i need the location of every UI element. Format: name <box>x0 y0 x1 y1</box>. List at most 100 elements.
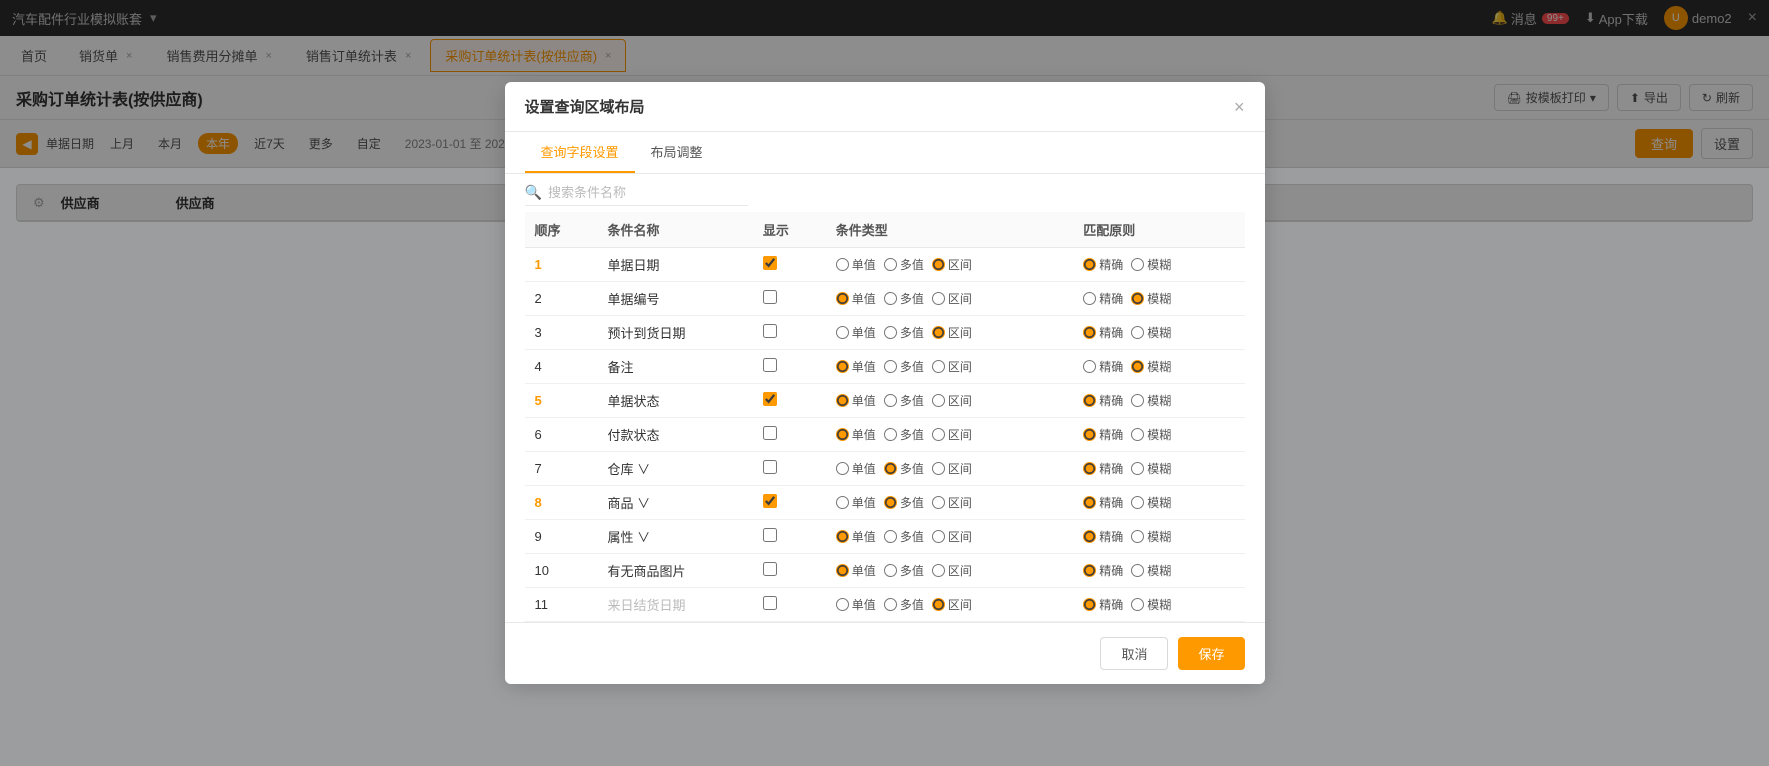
match-模糊-8[interactable]: 模糊 <box>1131 528 1171 545</box>
display-checkbox-10[interactable] <box>763 596 777 610</box>
settings-modal: 设置查询区域布局 × 查询字段设置 布局调整 🔍 顺序 <box>505 82 1265 684</box>
match-精确-9[interactable]: 精确 <box>1083 562 1123 579</box>
condition-type-单值-4[interactable]: 单值 <box>836 392 876 409</box>
condition-type-多值-1[interactable]: 多值 <box>884 290 924 307</box>
cancel-button[interactable]: 取消 <box>1100 637 1168 670</box>
modal-tab-query-fields[interactable]: 查询字段设置 <box>525 132 635 173</box>
row-name-6: 仓库 ∨ <box>597 452 752 486</box>
row-condition-type-4: 单值多值区间 <box>826 384 1073 418</box>
row-condition-type-1: 单值多值区间 <box>826 282 1073 316</box>
row-display-3[interactable] <box>753 350 826 384</box>
condition-type-区间-3[interactable]: 区间 <box>932 358 972 375</box>
condition-type-区间-4[interactable]: 区间 <box>932 392 972 409</box>
row-display-2[interactable] <box>753 316 826 350</box>
display-checkbox-1[interactable] <box>763 290 777 304</box>
condition-type-多值-2[interactable]: 多值 <box>884 324 924 341</box>
condition-type-单值-9[interactable]: 单值 <box>836 562 876 579</box>
condition-type-区间-6[interactable]: 区间 <box>932 460 972 477</box>
match-精确-4[interactable]: 精确 <box>1083 392 1123 409</box>
condition-type-单值-3[interactable]: 单值 <box>836 358 876 375</box>
row-match-4: 精确模糊 <box>1073 384 1244 418</box>
match-模糊-10[interactable]: 模糊 <box>1131 596 1171 613</box>
match-模糊-3[interactable]: 模糊 <box>1131 358 1171 375</box>
match-精确-5[interactable]: 精确 <box>1083 426 1123 443</box>
match-模糊-0[interactable]: 模糊 <box>1131 256 1171 273</box>
row-name-2: 预计到货日期 <box>597 316 752 350</box>
row-match-7: 精确模糊 <box>1073 486 1244 520</box>
display-checkbox-0[interactable] <box>763 256 777 270</box>
display-checkbox-7[interactable] <box>763 494 777 508</box>
row-condition-type-10: 单值多值区间 <box>826 588 1073 622</box>
condition-type-区间-2[interactable]: 区间 <box>932 324 972 341</box>
modal-title: 设置查询区域布局 <box>525 96 645 117</box>
row-display-4[interactable] <box>753 384 826 418</box>
match-精确-1[interactable]: 精确 <box>1083 290 1123 307</box>
row-display-1[interactable] <box>753 282 826 316</box>
condition-type-多值-9[interactable]: 多值 <box>884 562 924 579</box>
condition-type-单值-5[interactable]: 单值 <box>836 426 876 443</box>
condition-type-单值-0[interactable]: 单值 <box>836 256 876 273</box>
condition-type-单值-10[interactable]: 单值 <box>836 596 876 613</box>
match-精确-8[interactable]: 精确 <box>1083 528 1123 545</box>
match-模糊-5[interactable]: 模糊 <box>1131 426 1171 443</box>
row-display-9[interactable] <box>753 554 826 588</box>
condition-type-多值-10[interactable]: 多值 <box>884 596 924 613</box>
display-checkbox-9[interactable] <box>763 562 777 576</box>
condition-type-多值-6[interactable]: 多值 <box>884 460 924 477</box>
match-模糊-1[interactable]: 模糊 <box>1131 290 1171 307</box>
match-模糊-9[interactable]: 模糊 <box>1131 562 1171 579</box>
display-checkbox-8[interactable] <box>763 528 777 542</box>
display-checkbox-2[interactable] <box>763 324 777 338</box>
condition-type-多值-8[interactable]: 多值 <box>884 528 924 545</box>
row-display-0[interactable] <box>753 248 826 282</box>
condition-type-单值-1[interactable]: 单值 <box>836 290 876 307</box>
match-精确-2[interactable]: 精确 <box>1083 324 1123 341</box>
match-模糊-7[interactable]: 模糊 <box>1131 494 1171 511</box>
match-精确-10[interactable]: 精确 <box>1083 596 1123 613</box>
modal-footer: 取消 保存 <box>505 622 1265 684</box>
match-模糊-4[interactable]: 模糊 <box>1131 392 1171 409</box>
condition-type-区间-8[interactable]: 区间 <box>932 528 972 545</box>
row-condition-type-0: 单值多值区间 <box>826 248 1073 282</box>
row-display-7[interactable] <box>753 486 826 520</box>
condition-type-多值-5[interactable]: 多值 <box>884 426 924 443</box>
condition-type-单值-8[interactable]: 单值 <box>836 528 876 545</box>
match-精确-3[interactable]: 精确 <box>1083 358 1123 375</box>
row-name-7: 商品 ∨ <box>597 486 752 520</box>
condition-type-区间-7[interactable]: 区间 <box>932 494 972 511</box>
display-checkbox-4[interactable] <box>763 392 777 406</box>
row-condition-type-5: 单值多值区间 <box>826 418 1073 452</box>
condition-type-区间-1[interactable]: 区间 <box>932 290 972 307</box>
row-match-3: 精确模糊 <box>1073 350 1244 384</box>
condition-type-多值-3[interactable]: 多值 <box>884 358 924 375</box>
condition-type-单值-2[interactable]: 单值 <box>836 324 876 341</box>
match-模糊-2[interactable]: 模糊 <box>1131 324 1171 341</box>
modal-tab-layout-adjust[interactable]: 布局调整 <box>635 132 719 173</box>
display-checkbox-6[interactable] <box>763 460 777 474</box>
condition-type-区间-10[interactable]: 区间 <box>932 596 972 613</box>
row-order-2: 3 <box>525 316 598 350</box>
condition-type-单值-6[interactable]: 单值 <box>836 460 876 477</box>
row-display-5[interactable] <box>753 418 826 452</box>
row-match-8: 精确模糊 <box>1073 520 1244 554</box>
search-input[interactable] <box>548 185 748 200</box>
match-精确-7[interactable]: 精确 <box>1083 494 1123 511</box>
condition-type-多值-0[interactable]: 多值 <box>884 256 924 273</box>
condition-type-区间-9[interactable]: 区间 <box>932 562 972 579</box>
match-模糊-6[interactable]: 模糊 <box>1131 460 1171 477</box>
condition-type-区间-0[interactable]: 区间 <box>932 256 972 273</box>
display-checkbox-3[interactable] <box>763 358 777 372</box>
row-display-10[interactable] <box>753 588 826 622</box>
save-button[interactable]: 保存 <box>1178 637 1244 670</box>
condition-type-区间-5[interactable]: 区间 <box>932 426 972 443</box>
row-display-6[interactable] <box>753 452 826 486</box>
condition-type-单值-7[interactable]: 单值 <box>836 494 876 511</box>
row-display-8[interactable] <box>753 520 826 554</box>
display-checkbox-5[interactable] <box>763 426 777 440</box>
match-精确-6[interactable]: 精确 <box>1083 460 1123 477</box>
modal-close-button[interactable]: × <box>1234 98 1245 116</box>
condition-type-多值-4[interactable]: 多值 <box>884 392 924 409</box>
match-精确-0[interactable]: 精确 <box>1083 256 1123 273</box>
condition-type-多值-7[interactable]: 多值 <box>884 494 924 511</box>
row-name-4: 单据状态 <box>597 384 752 418</box>
